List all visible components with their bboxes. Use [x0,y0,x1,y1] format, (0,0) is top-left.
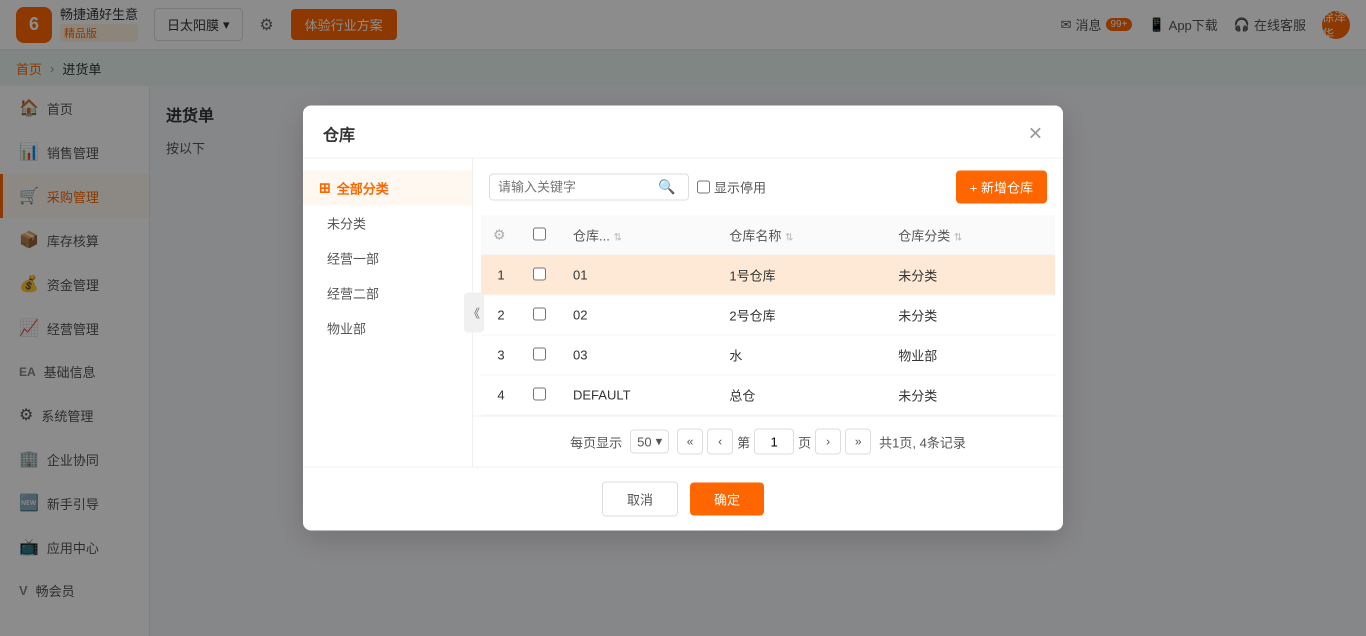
row-number: 3 [481,335,521,375]
per-page-dropdown-icon: ▾ [656,434,663,450]
pagination: 每页显示 50 ▾ « ‹ 第 页 › [473,416,1063,467]
table-row[interactable]: 3 03 水 物业部 [481,335,1055,375]
row-checkbox-cell[interactable] [521,295,561,335]
sort-icon: ⇅ [785,233,793,244]
grid-icon: ⊞ [319,180,331,197]
row-category: 未分类 [886,255,1055,295]
category-item-ops2[interactable]: 经营二部 [303,276,472,311]
category-all[interactable]: ⊞ 全部分类 [303,171,472,206]
page-label: 第 [737,432,750,451]
col-code: 仓库... ⇅ [561,216,717,256]
row-checkbox-cell[interactable] [521,255,561,295]
row-number: 4 [481,375,521,415]
row-checkbox[interactable] [533,267,546,280]
category-item-ops1[interactable]: 经营一部 [303,241,472,276]
warehouse-table: ⚙ 仓库... ⇅ 仓库名称 ⇅ [481,216,1055,416]
row-checkbox-cell[interactable] [521,335,561,375]
category-all-label: 全部分类 [337,179,389,198]
table-toolbar: 🔍 显示停用 + 新增仓库 [473,159,1063,216]
search-icon: 🔍 [658,179,675,196]
dialog-header: 仓库 ✕ [303,106,1063,159]
page-unit: 页 [798,432,811,451]
prev-page-button[interactable]: ‹ [707,429,733,455]
row-checkbox-cell[interactable] [521,375,561,415]
col-name: 仓库名称 ⇅ [717,216,886,256]
row-category: 物业部 [886,335,1055,375]
dialog-footer: 取消 确定 [303,467,1063,531]
table-body: 1 01 1号仓库 未分类 2 02 2号仓库 未分类 [481,255,1055,415]
row-number: 1 [481,255,521,295]
table-row[interactable]: 1 01 1号仓库 未分类 [481,255,1055,295]
row-checkbox[interactable] [533,307,546,320]
row-checkbox[interactable] [533,347,546,360]
sort-icon: ⇅ [613,233,621,244]
col-category: 仓库分类 ⇅ [886,216,1055,256]
total-info: 共1页, 4条记录 [879,432,966,451]
first-page-button[interactable]: « [677,429,703,455]
dialog-title: 仓库 [323,122,355,146]
add-warehouse-button[interactable]: + 新增仓库 [956,171,1047,204]
table-scroll: ⚙ 仓库... ⇅ 仓库名称 ⇅ [473,216,1063,416]
cancel-button[interactable]: 取消 [602,482,678,517]
row-name: 水 [717,335,886,375]
search-input[interactable] [498,180,658,195]
row-category: 未分类 [886,375,1055,415]
col-checkbox[interactable] [521,216,561,256]
table-row[interactable]: 2 02 2号仓库 未分类 [481,295,1055,335]
table-panel: 🔍 显示停用 + 新增仓库 ⚙ [473,159,1063,467]
per-page-value: 50 [637,434,651,449]
row-name: 2号仓库 [717,295,886,335]
dialog-close-button[interactable]: ✕ [1028,123,1043,144]
show-disabled-checkbox[interactable] [697,181,710,194]
page-navigation: « ‹ 第 页 › » [677,429,871,455]
select-all-checkbox[interactable] [533,227,546,240]
col-settings[interactable]: ⚙ [481,216,521,256]
show-disabled-label: 显示停用 [697,178,766,197]
row-code: 01 [561,255,717,295]
row-code: DEFAULT [561,375,717,415]
show-disabled-text: 显示停用 [714,178,766,197]
page-input[interactable] [754,429,794,455]
confirm-button[interactable]: 确定 [690,483,764,516]
table-header: ⚙ 仓库... ⇅ 仓库名称 ⇅ [481,216,1055,256]
sort-icon: ⇅ [954,233,962,244]
row-code: 03 [561,335,717,375]
row-category: 未分类 [886,295,1055,335]
category-item-unclassified[interactable]: 未分类 [303,206,472,241]
category-panel: 《 ⊞ 全部分类 未分类 经营一部 经营二部 物业部 [303,159,473,467]
category-item-property[interactable]: 物业部 [303,311,472,346]
per-page-label: 每页显示 [570,432,622,451]
dialog-body: 《 ⊞ 全部分类 未分类 经营一部 经营二部 物业部 [303,159,1063,467]
search-input-wrap[interactable]: 🔍 [489,174,689,201]
per-page-select[interactable]: 50 ▾ [630,430,669,454]
row-name: 总仓 [717,375,886,415]
next-page-button[interactable]: › [815,429,841,455]
last-page-button[interactable]: » [845,429,871,455]
row-code: 02 [561,295,717,335]
row-checkbox[interactable] [533,387,546,400]
row-name: 1号仓库 [717,255,886,295]
settings-icon: ⚙ [493,227,506,243]
table-row[interactable]: 4 DEFAULT 总仓 未分类 [481,375,1055,415]
row-number: 2 [481,295,521,335]
warehouse-dialog: 仓库 ✕ 《 ⊞ 全部分类 未分类 经营一部 经营二部 物业部 [303,106,1063,531]
panel-collapse-button[interactable]: 《 [464,293,484,333]
